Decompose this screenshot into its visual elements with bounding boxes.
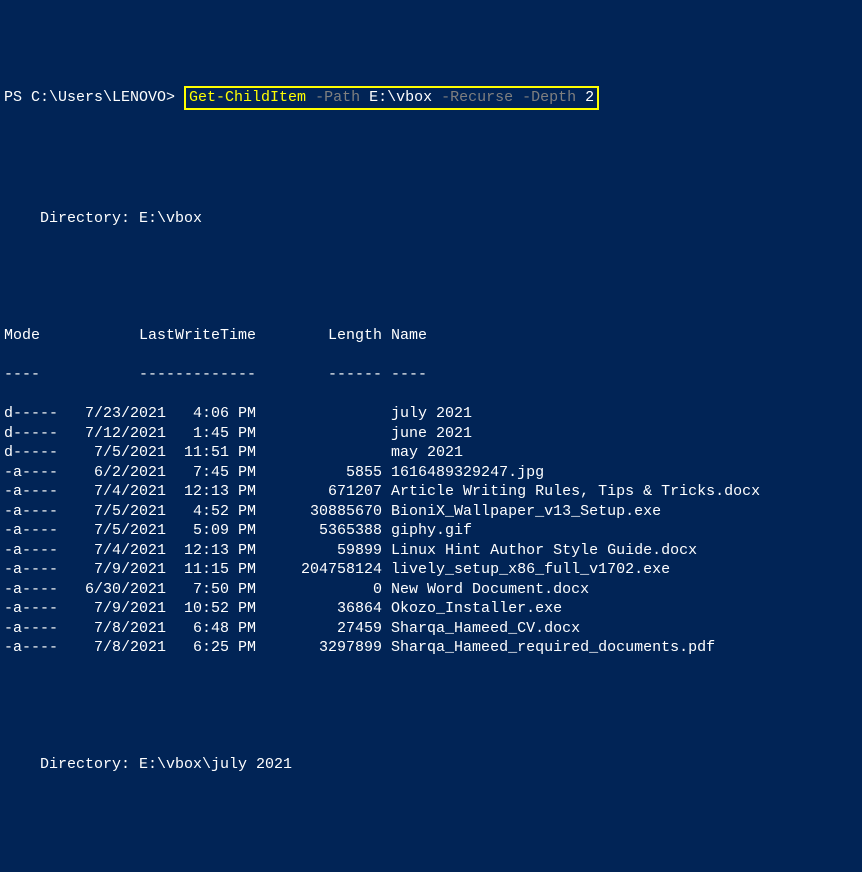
cell-name: New Word Document.docx bbox=[382, 580, 589, 600]
cell-mode: -a---- bbox=[4, 599, 58, 619]
table-row: -a----6/2/2021 7:45 PM58551616489329247.… bbox=[4, 463, 858, 483]
cell-length: 5365388 bbox=[256, 521, 382, 541]
directory-header-1: Directory: E:\vbox bbox=[4, 209, 858, 229]
dash-lwt: ------------- bbox=[58, 365, 256, 385]
cell-name: Linux Hint Author Style Guide.docx bbox=[382, 541, 697, 561]
cell-lastwritetime: 7/5/2021 4:52 PM bbox=[58, 502, 256, 522]
cell-mode: d----- bbox=[4, 404, 58, 424]
cell-lastwritetime: 7/8/2021 6:48 PM bbox=[58, 619, 256, 639]
cell-mode: -a---- bbox=[4, 638, 58, 658]
cell-lastwritetime: 7/12/2021 1:45 PM bbox=[58, 424, 256, 444]
col-header-lastwritetime: LastWriteTime bbox=[58, 326, 256, 346]
dash-len: ------ bbox=[256, 365, 382, 385]
cell-name: BioniX_Wallpaper_v13_Setup.exe bbox=[382, 502, 661, 522]
cell-mode: -a---- bbox=[4, 502, 58, 522]
cell-length: 36864 bbox=[256, 599, 382, 619]
cell-lastwritetime: 7/23/2021 4:06 PM bbox=[58, 404, 256, 424]
cell-length: 30885670 bbox=[256, 502, 382, 522]
cell-lastwritetime: 7/9/2021 10:52 PM bbox=[58, 599, 256, 619]
blank-line bbox=[4, 170, 858, 190]
table-row: -a----7/8/2021 6:48 PM27459Sharqa_Hameed… bbox=[4, 619, 858, 639]
cell-mode: -a---- bbox=[4, 541, 58, 561]
cell-mode: -a---- bbox=[4, 482, 58, 502]
cell-lastwritetime: 7/4/2021 12:13 PM bbox=[58, 482, 256, 502]
cell-length: 204758124 bbox=[256, 560, 382, 580]
table-row: -a----7/4/2021 12:13 PM59899Linux Hint A… bbox=[4, 541, 858, 561]
ps-prompt: PS C:\Users\LENOVO> bbox=[4, 89, 184, 106]
cell-mode: -a---- bbox=[4, 463, 58, 483]
table-row: -a----7/4/2021 12:13 PM671207Article Wri… bbox=[4, 482, 858, 502]
directory-header-2: Directory: E:\vbox\july 2021 bbox=[4, 755, 858, 775]
cell-name: 1616489329247.jpg bbox=[382, 463, 544, 483]
blank-line bbox=[4, 716, 858, 736]
cell-length: 59899 bbox=[256, 541, 382, 561]
command-prompt-line[interactable]: PS C:\Users\LENOVO> Get-ChildItem -Path … bbox=[4, 86, 858, 110]
cell-name: Article Writing Rules, Tips & Tricks.doc… bbox=[382, 482, 760, 502]
file-listing: d-----7/23/2021 4:06 PMjuly 2021d-----7/… bbox=[4, 404, 858, 658]
table-row: d-----7/12/2021 1:45 PM june 2021 bbox=[4, 424, 858, 444]
col-header-mode: Mode bbox=[4, 326, 58, 346]
cmdlet: Get-ChildItem bbox=[189, 89, 306, 106]
cell-lastwritetime: 7/5/2021 5:09 PM bbox=[58, 521, 256, 541]
cell-name: lively_setup_x86_full_v1702.exe bbox=[382, 560, 670, 580]
cell-lastwritetime: 7/9/2021 11:15 PM bbox=[58, 560, 256, 580]
cell-length: 3297899 bbox=[256, 638, 382, 658]
cell-name: Sharqa_Hameed_CV.docx bbox=[382, 619, 580, 639]
table-row: -a----7/9/2021 10:52 PM36864Okozo_Instal… bbox=[4, 599, 858, 619]
table-row: -a----6/30/2021 7:50 PM0New Word Documen… bbox=[4, 580, 858, 600]
blank-line bbox=[4, 677, 858, 697]
cell-lastwritetime: 7/8/2021 6:25 PM bbox=[58, 638, 256, 658]
cell-name: july 2021 bbox=[382, 404, 472, 424]
cell-lastwritetime: 6/2/2021 7:45 PM bbox=[58, 463, 256, 483]
col-header-name: Name bbox=[382, 326, 427, 346]
table-row: -a----7/9/2021 11:15 PM204758124lively_s… bbox=[4, 560, 858, 580]
cell-name: june 2021 bbox=[382, 424, 472, 444]
cell-name: Okozo_Installer.exe bbox=[382, 599, 562, 619]
cell-length: 0 bbox=[256, 580, 382, 600]
dash-mode: ---- bbox=[4, 365, 58, 385]
cell-mode: d----- bbox=[4, 424, 58, 444]
table-row: d-----7/23/2021 4:06 PM july 2021 bbox=[4, 404, 858, 424]
blank-line bbox=[4, 287, 858, 307]
cell-lastwritetime: 6/30/2021 7:50 PM bbox=[58, 580, 256, 600]
param-path: -Path bbox=[306, 89, 369, 106]
table-row: -a----7/5/2021 4:52 PM30885670BioniX_Wal… bbox=[4, 502, 858, 522]
table-row: -a----7/5/2021 5:09 PM5365388giphy.gif bbox=[4, 521, 858, 541]
blank-line bbox=[4, 131, 858, 151]
blank-line bbox=[4, 248, 858, 268]
cell-length: 5855 bbox=[256, 463, 382, 483]
value-depth: 2 bbox=[585, 89, 594, 106]
cell-mode: -a---- bbox=[4, 560, 58, 580]
table-header-dashes: --------------------------- bbox=[4, 365, 858, 385]
command-highlight: Get-ChildItem -Path E:\vbox -Recurse -De… bbox=[184, 86, 599, 110]
dash-name: ---- bbox=[382, 365, 427, 385]
table-row: -a----7/8/2021 6:25 PM3297899Sharqa_Hame… bbox=[4, 638, 858, 658]
value-path: E:\vbox bbox=[369, 89, 432, 106]
cell-mode: -a---- bbox=[4, 619, 58, 639]
cell-length: 27459 bbox=[256, 619, 382, 639]
cell-mode: -a---- bbox=[4, 521, 58, 541]
cell-name: Sharqa_Hameed_required_documents.pdf bbox=[382, 638, 715, 658]
cell-lastwritetime: 7/5/2021 11:51 PM bbox=[58, 443, 256, 463]
param-recurse-depth: -Recurse -Depth bbox=[432, 89, 585, 106]
table-header-row: ModeLastWriteTimeLengthName bbox=[4, 326, 858, 346]
cell-mode: -a---- bbox=[4, 580, 58, 600]
col-header-length: Length bbox=[256, 326, 382, 346]
cell-name: may 2021 bbox=[382, 443, 463, 463]
cell-name: giphy.gif bbox=[382, 521, 472, 541]
table-row: d-----7/5/2021 11:51 PM may 2021 bbox=[4, 443, 858, 463]
cell-length: 671207 bbox=[256, 482, 382, 502]
cell-mode: d----- bbox=[4, 443, 58, 463]
cell-lastwritetime: 7/4/2021 12:13 PM bbox=[58, 541, 256, 561]
